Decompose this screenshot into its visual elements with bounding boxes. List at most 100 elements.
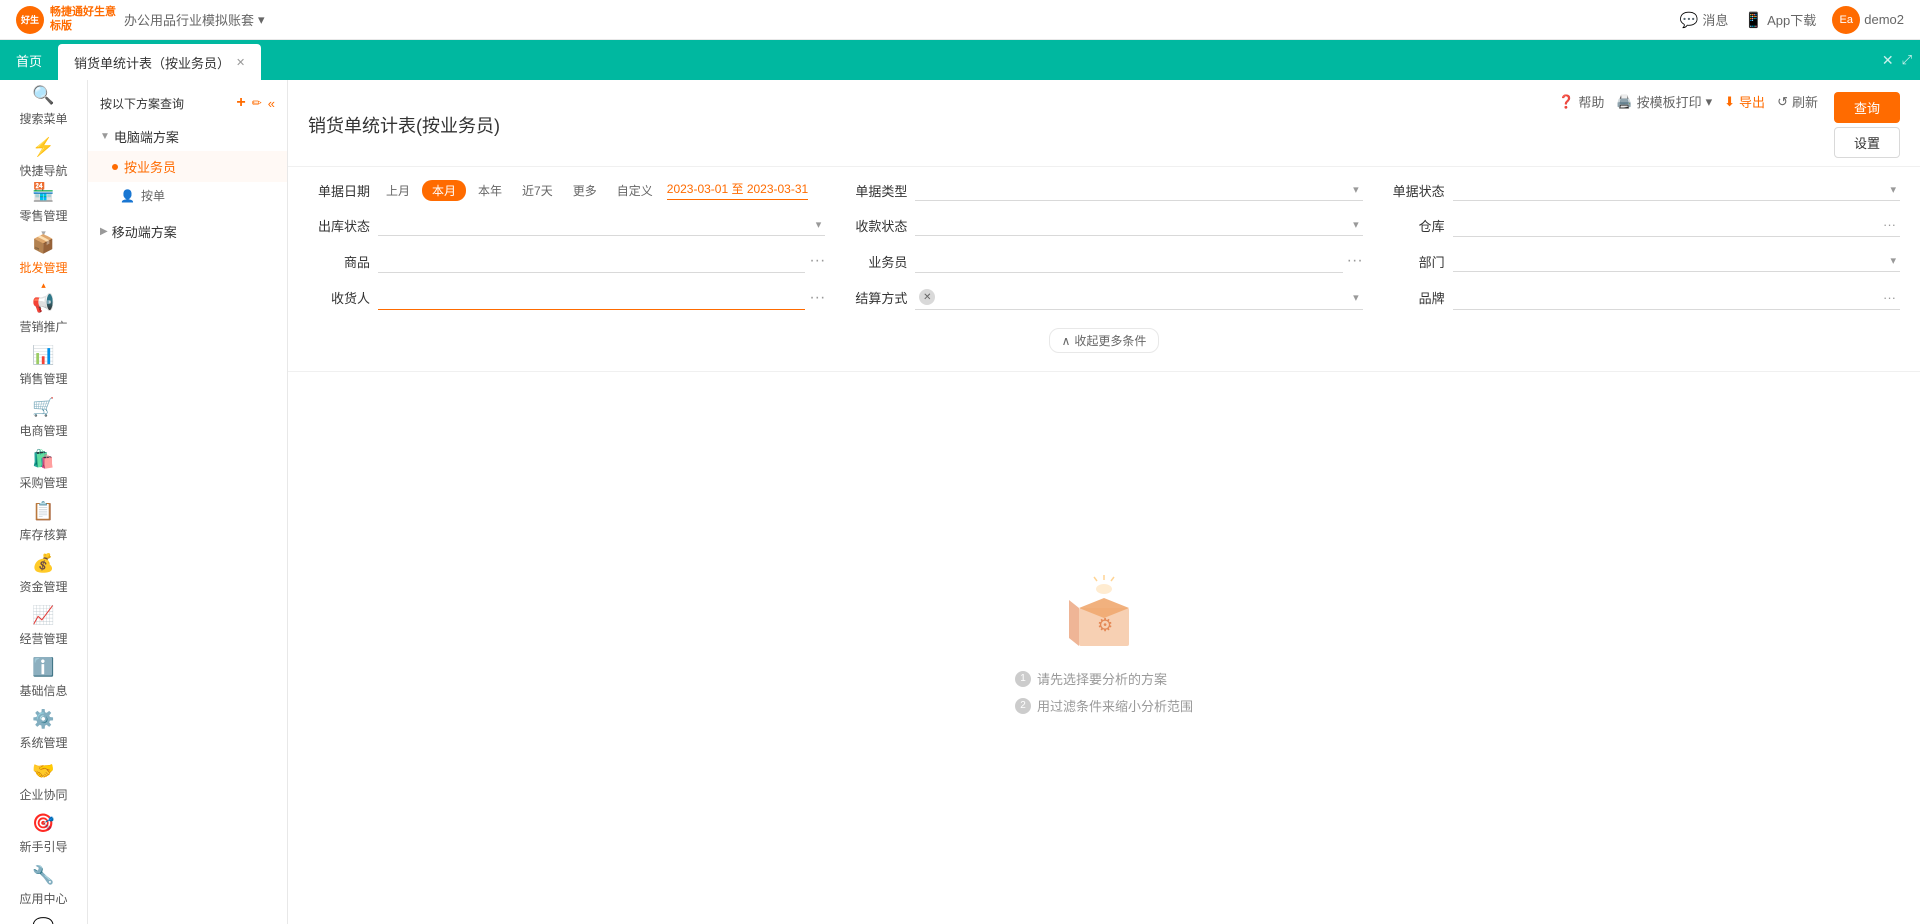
sidebar-item-inventory[interactable]: 📋 库存核算	[0, 496, 87, 548]
avatar: Ea	[1832, 6, 1860, 34]
sidebar-item-label: 销售管理	[19, 370, 67, 387]
edit-scheme-button[interactable]: ✏	[252, 96, 262, 110]
sidebar-item-shortcut[interactable]: ⚡ 快捷导航	[0, 132, 87, 184]
filter-warehouse: 仓库 ···	[1383, 213, 1900, 237]
settings-button[interactable]: 设置	[1834, 127, 1900, 158]
add-scheme-button[interactable]: +	[236, 94, 245, 112]
topbar-right: 💬 消息 📱 App下载 Ea demo2	[1680, 6, 1904, 34]
export-button[interactable]: ⬇ 导出	[1724, 92, 1765, 111]
staff-input[interactable]	[915, 249, 1342, 273]
brand-label: 品牌	[1383, 288, 1453, 307]
main-layout: 🔍 搜索菜单 ⚡ 快捷导航 🏪 零售管理 ▾ 📦 批发管理 ▴ 📢 营销推广 📊…	[0, 80, 1920, 924]
mobile-scheme-label: 移动端方案	[112, 222, 177, 241]
doc-type-select[interactable]: ▾	[915, 179, 1362, 201]
print-button[interactable]: 🖨️ 按模板打印 ▾	[1616, 92, 1712, 111]
empty-state: ⚙ 1 请先选择要分析的方案 2 用过滤条件来缩小	[288, 372, 1920, 924]
date-btn-this-month[interactable]: 本月	[422, 180, 466, 201]
tab-report[interactable]: 销货单统计表（按业务员） ✕	[58, 44, 261, 80]
filter-row-3: 商品 ··· 业务员 ··· 部门	[308, 249, 1900, 273]
staff-dots[interactable]: ···	[1347, 252, 1363, 270]
print-arrow-icon: ▾	[1706, 94, 1713, 110]
user-profile[interactable]: Ea demo2	[1832, 6, 1904, 34]
message-button[interactable]: 💬 消息	[1680, 10, 1729, 29]
close-window-icon[interactable]: ✕	[1882, 52, 1894, 69]
tab-close-icon[interactable]: ✕	[236, 56, 245, 69]
sidebar-item-label: 零售管理	[19, 207, 67, 224]
date-btn-7days[interactable]: 近7天	[514, 180, 561, 201]
filter-date: 单据日期 上月 本月 本年 近7天 更多 自定义 2023-03-01 至 20…	[308, 180, 825, 201]
active-dot-icon	[112, 164, 118, 170]
filter-dept: 部门 ▾	[1383, 250, 1900, 272]
mobile-scheme-header[interactable]: ▶ 移动端方案	[88, 217, 287, 246]
maximize-icon[interactable]: ⤢	[1902, 52, 1912, 68]
desktop-scheme-header[interactable]: ▼ 电脑端方案	[88, 122, 287, 151]
sidebar-item-retail[interactable]: 🏪 零售管理 ▾	[0, 184, 87, 236]
date-btn-this-year[interactable]: 本年	[470, 180, 510, 201]
sidebar-item-management[interactable]: 📈 经营管理	[0, 600, 87, 652]
consignee-input[interactable]	[378, 286, 805, 310]
guide-icon: 🎯	[32, 813, 54, 834]
date-btn-last-month[interactable]: 上月	[378, 180, 418, 201]
filter-doc-type: 单据类型 ▾	[845, 179, 1362, 201]
query-button[interactable]: 查询	[1834, 92, 1900, 123]
refresh-button[interactable]: ↺ 刷新	[1777, 92, 1818, 111]
sidebar-item-system[interactable]: ⚙️ 系统管理	[0, 704, 87, 756]
date-range-display[interactable]: 2023-03-01 至 2023-03-31	[667, 180, 808, 200]
empty-description: 1 请先选择要分析的方案 2 用过滤条件来缩小分析范围	[1015, 669, 1193, 723]
finance-icon: 💰	[32, 553, 54, 574]
sidebar-item-label: 营销推广	[19, 318, 67, 335]
settle-clear-button[interactable]: ✕	[919, 289, 935, 305]
warehouse-select[interactable]: ···	[1453, 213, 1900, 237]
sidebar-item-label: 快捷导航	[19, 162, 67, 179]
collapse-panel-button[interactable]: «	[268, 96, 275, 111]
brand-select[interactable]: ···	[1453, 286, 1900, 310]
sidebar-item-label: 资金管理	[19, 578, 67, 595]
sidebar-item-basic[interactable]: ℹ️ 基础信息	[0, 652, 87, 704]
filter-staff: 业务员 ···	[845, 249, 1362, 273]
sidebar-item-ecommerce[interactable]: 🛒 电商管理	[0, 392, 87, 444]
filter-area: 单据日期 上月 本月 本年 近7天 更多 自定义 2023-03-01 至 20…	[288, 167, 1920, 372]
goods-input[interactable]	[378, 249, 805, 273]
sidebar-item-search[interactable]: 🔍 搜索菜单	[0, 80, 87, 132]
sidebar-item-collab[interactable]: 🤝 企业协同	[0, 756, 87, 808]
collapse-button[interactable]: ∧ 收起更多条件	[1049, 328, 1160, 353]
date-btn-more[interactable]: 更多	[565, 180, 605, 201]
tab-maximize-area: ✕ ⤢	[1882, 52, 1912, 69]
app-download-button[interactable]: 📱 App下载	[1744, 10, 1816, 29]
sidebar-item-apps[interactable]: 🔧 应用中心	[0, 860, 87, 912]
settle-select[interactable]: ✕ ▾	[915, 285, 1362, 310]
goods-dots[interactable]: ···	[809, 252, 825, 270]
sidebar-item-marketing[interactable]: 📢 营销推广	[0, 288, 87, 340]
app-selector[interactable]: 办公用品行业模拟账套 ▾	[124, 10, 265, 29]
sidebar-item-purchase[interactable]: 🛍️ 采购管理	[0, 444, 87, 496]
inventory-icon: 📋	[32, 501, 54, 522]
date-btn-custom[interactable]: 自定义	[609, 180, 661, 201]
filter-row-4: 收货人 ··· 结算方式 ✕ ▾ 品牌	[308, 285, 1900, 310]
page-title: 销货单统计表(按业务员)	[308, 112, 500, 138]
sidebar-item-wholesale[interactable]: 📦 批发管理 ▴	[0, 236, 87, 288]
dept-select[interactable]: ▾	[1453, 250, 1900, 272]
consignee-dots[interactable]: ···	[809, 289, 825, 307]
sidebar-item-label: 电商管理	[19, 422, 67, 439]
doc-status-select[interactable]: ▾	[1453, 179, 1900, 201]
out-status-select[interactable]: ▾	[378, 214, 825, 236]
page-header: 销货单统计表(按业务员) ❓ 帮助 🖨️ 按模板打印 ▾ ⬇	[288, 80, 1920, 167]
help-button[interactable]: ❓ 帮助	[1558, 92, 1604, 111]
sidebar-item-wechat[interactable]: 💬 企业微信	[0, 912, 87, 924]
sidebar-item-guide[interactable]: 🎯 新手引导	[0, 808, 87, 860]
sidebar-item-finance[interactable]: 💰 资金管理	[0, 548, 87, 600]
scheme-item-by-staff[interactable]: 按业务员	[88, 151, 287, 182]
consignee-label: 收货人	[308, 288, 378, 307]
scheme-item-by-order[interactable]: 👤 按单	[88, 182, 287, 209]
tab-home[interactable]: 首页	[0, 40, 58, 80]
collect-status-select[interactable]: ▾	[915, 214, 1362, 236]
sidebar-item-sales[interactable]: 📊 销售管理	[0, 340, 87, 392]
report-tab-label: 销货单统计表（按业务员）	[74, 53, 230, 72]
goods-label: 商品	[308, 252, 378, 271]
message-icon: 💬	[1680, 11, 1699, 29]
filter-goods: 商品 ···	[308, 249, 825, 273]
sidebar-item-label: 批发管理	[19, 259, 67, 276]
step-number-1: 1	[1015, 671, 1031, 687]
filter-doc-status: 单据状态 ▾	[1383, 179, 1900, 201]
logo-text: 畅捷通好生意 标版	[50, 6, 116, 32]
